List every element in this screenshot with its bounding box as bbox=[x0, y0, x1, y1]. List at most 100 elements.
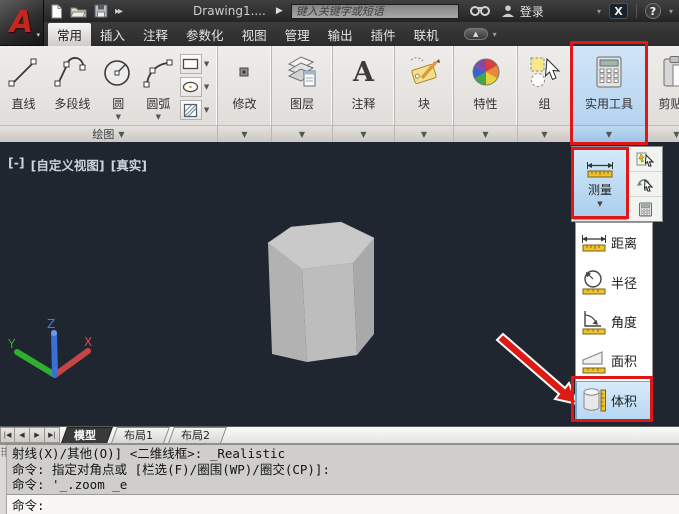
properties-panel-footer[interactable]: ▼ bbox=[454, 125, 517, 142]
measure-dropdown-icon: ▼ bbox=[597, 199, 603, 208]
ellipse-button[interactable] bbox=[179, 77, 202, 97]
menu-item-volume[interactable]: 体积 bbox=[576, 380, 652, 421]
ribbon: 直线 多段线 圆 ▼ 圆弧 ▼ ▼ ▼ ▼ 绘图 ▼ 修改 ▼ 图层 ▼ A 注… bbox=[0, 46, 679, 142]
search-icon[interactable] bbox=[469, 4, 491, 19]
rectangle-button[interactable] bbox=[179, 54, 202, 74]
modify-panel-footer[interactable]: ▼ bbox=[218, 125, 271, 142]
command-history-line: 命令: 指定对角点或 [栏选(F)/圈围(WP)/圈交(CP)]: bbox=[12, 461, 330, 477]
tab-layout1[interactable]: 布局1 bbox=[111, 427, 170, 443]
hatch-dropdown-icon[interactable]: ▼ bbox=[204, 106, 209, 114]
circle-icon bbox=[101, 51, 135, 93]
rectangle-dropdown-icon[interactable]: ▼ bbox=[204, 60, 209, 68]
document-title: Drawing1.... bbox=[193, 4, 266, 18]
clipboard-panel-footer[interactable]: ▼ bbox=[647, 125, 679, 142]
layers-panel-footer[interactable]: ▼ bbox=[272, 125, 332, 142]
select-similar-button[interactable] bbox=[628, 172, 662, 197]
titlebar-dropdown-icon[interactable]: ▾ bbox=[597, 7, 601, 16]
command-history-line: 命令: '_.zoom _e bbox=[12, 477, 128, 492]
tab-model[interactable]: 模型 bbox=[61, 427, 113, 443]
next-layout-button[interactable]: ▶ bbox=[30, 427, 45, 443]
command-prompt: 命令: bbox=[12, 497, 45, 513]
exchange-apps-icon[interactable]: X bbox=[608, 3, 628, 19]
arc-dropdown-icon[interactable]: ▼ bbox=[156, 113, 161, 121]
clipboard-icon bbox=[661, 51, 679, 93]
sign-in-button[interactable]: 登录 bbox=[520, 3, 544, 20]
quick-calculator-button[interactable] bbox=[628, 197, 662, 221]
help-icon[interactable]: ? bbox=[644, 3, 661, 19]
ellipse-dropdown-icon[interactable]: ▼ bbox=[204, 83, 209, 91]
panel-annotation: A 注释 ▼ bbox=[333, 46, 395, 142]
prev-layout-button[interactable]: ◀ bbox=[15, 427, 30, 443]
annotation-panel-footer[interactable]: ▼ bbox=[333, 125, 394, 142]
open-file-button[interactable] bbox=[70, 5, 87, 18]
menu-item-angle[interactable]: 角度 bbox=[576, 302, 652, 341]
tab-parametric[interactable]: 参数化 bbox=[177, 22, 233, 46]
divider bbox=[635, 4, 637, 18]
panel-draw: 直线 多段线 圆 ▼ 圆弧 ▼ ▼ ▼ ▼ 绘图 ▼ bbox=[0, 46, 218, 142]
panel-utilities: 实用工具 ▼ bbox=[572, 46, 647, 142]
tab-plugins[interactable]: 插件 bbox=[362, 22, 405, 46]
clipboard-button[interactable]: 剪贴板 bbox=[658, 46, 679, 125]
block-button[interactable]: 块 bbox=[406, 46, 442, 125]
modify-button[interactable]: 修改 bbox=[232, 46, 257, 125]
volume-icon bbox=[583, 388, 606, 412]
annotation-button[interactable]: A 注释 bbox=[351, 46, 375, 125]
properties-button[interactable]: 特性 bbox=[470, 46, 502, 125]
tab-online[interactable]: 联机 bbox=[405, 22, 448, 46]
circle-dropdown-icon[interactable]: ▼ bbox=[116, 113, 121, 121]
title-bar: ▸▸ Drawing1.... ▶ 登录 ▾ X ? ▾ bbox=[0, 0, 679, 22]
polyline-icon bbox=[52, 51, 92, 93]
qat-more-icon[interactable]: ▸▸ bbox=[115, 6, 123, 17]
titlebar-right-cluster: ▾ X ? ▾ bbox=[597, 3, 679, 19]
arc-icon bbox=[141, 51, 175, 93]
first-layout-button[interactable]: |◀ bbox=[0, 427, 15, 443]
tab-layout2[interactable]: 布局2 bbox=[168, 427, 227, 443]
circle-button[interactable]: 圆 ▼ bbox=[100, 46, 137, 125]
title-expand-icon[interactable]: ▶ bbox=[276, 6, 283, 16]
tab-home[interactable]: 常用 bbox=[48, 23, 92, 46]
polyline-button[interactable]: 多段线 bbox=[45, 46, 100, 125]
panel-properties: 特性 ▼ bbox=[454, 46, 518, 142]
command-window: 射线(X)/其他(O)] <二维线框>: _Realistic 命令: 指定对角点… bbox=[0, 443, 679, 514]
user-icon[interactable] bbox=[501, 4, 515, 18]
utilities-button[interactable]: 实用工具 bbox=[585, 46, 633, 125]
application-menu-button[interactable]: A ▾ bbox=[0, 0, 44, 46]
ribbon-collapse-button[interactable]: ▲ bbox=[463, 28, 488, 40]
draw-panel-footer[interactable]: 绘图 ▼ bbox=[0, 125, 217, 142]
command-window-grip[interactable] bbox=[0, 445, 7, 514]
new-file-button[interactable] bbox=[50, 4, 63, 19]
calculator-icon bbox=[594, 51, 624, 93]
last-layout-button[interactable]: ▶| bbox=[45, 427, 60, 443]
help-dropdown-icon[interactable]: ▾ bbox=[669, 7, 673, 16]
ribbon-collapse-caret-icon[interactable]: ▾ bbox=[493, 30, 497, 39]
tab-output[interactable]: 输出 bbox=[319, 22, 362, 46]
tab-insert[interactable]: 插入 bbox=[91, 22, 134, 46]
tab-annotate[interactable]: 注释 bbox=[134, 22, 177, 46]
utilities-panel-footer[interactable]: ▼ bbox=[572, 125, 646, 142]
color-wheel-icon bbox=[470, 51, 502, 93]
layers-button[interactable]: 图层 bbox=[285, 46, 319, 125]
autocad-logo-icon: A bbox=[9, 4, 34, 40]
save-button[interactable] bbox=[94, 4, 108, 18]
angle-icon bbox=[582, 310, 606, 335]
panel-layers: 图层 ▼ bbox=[272, 46, 333, 142]
group-button[interactable]: 组 bbox=[528, 46, 562, 125]
arc-button[interactable]: 圆弧 ▼ bbox=[137, 46, 180, 125]
menu-item-area[interactable]: 面积 bbox=[576, 341, 652, 380]
command-input[interactable]: 命令: bbox=[7, 493, 679, 514]
tab-manage[interactable]: 管理 bbox=[276, 22, 319, 46]
measure-button[interactable]: 测量 ▼ bbox=[573, 148, 627, 220]
quick-select-button[interactable] bbox=[628, 147, 662, 172]
command-history[interactable]: 射线(X)/其他(O)] <二维线框>: _Realistic 命令: 指定对角点… bbox=[7, 445, 679, 494]
line-button[interactable]: 直线 bbox=[2, 46, 45, 125]
search-input[interactable] bbox=[290, 3, 459, 19]
annotation-arrow bbox=[495, 332, 579, 406]
hatch-button[interactable] bbox=[179, 100, 202, 120]
block-panel-footer[interactable]: ▼ bbox=[395, 125, 453, 142]
utilities-flyout: 测量 ▼ bbox=[571, 146, 663, 222]
line-icon bbox=[6, 51, 40, 93]
menu-item-radius[interactable]: 半径 bbox=[576, 262, 652, 301]
tab-view[interactable]: 视图 bbox=[233, 22, 276, 46]
menu-item-distance[interactable]: 距离 bbox=[576, 223, 652, 262]
group-panel-footer[interactable]: ▼ bbox=[518, 125, 571, 142]
